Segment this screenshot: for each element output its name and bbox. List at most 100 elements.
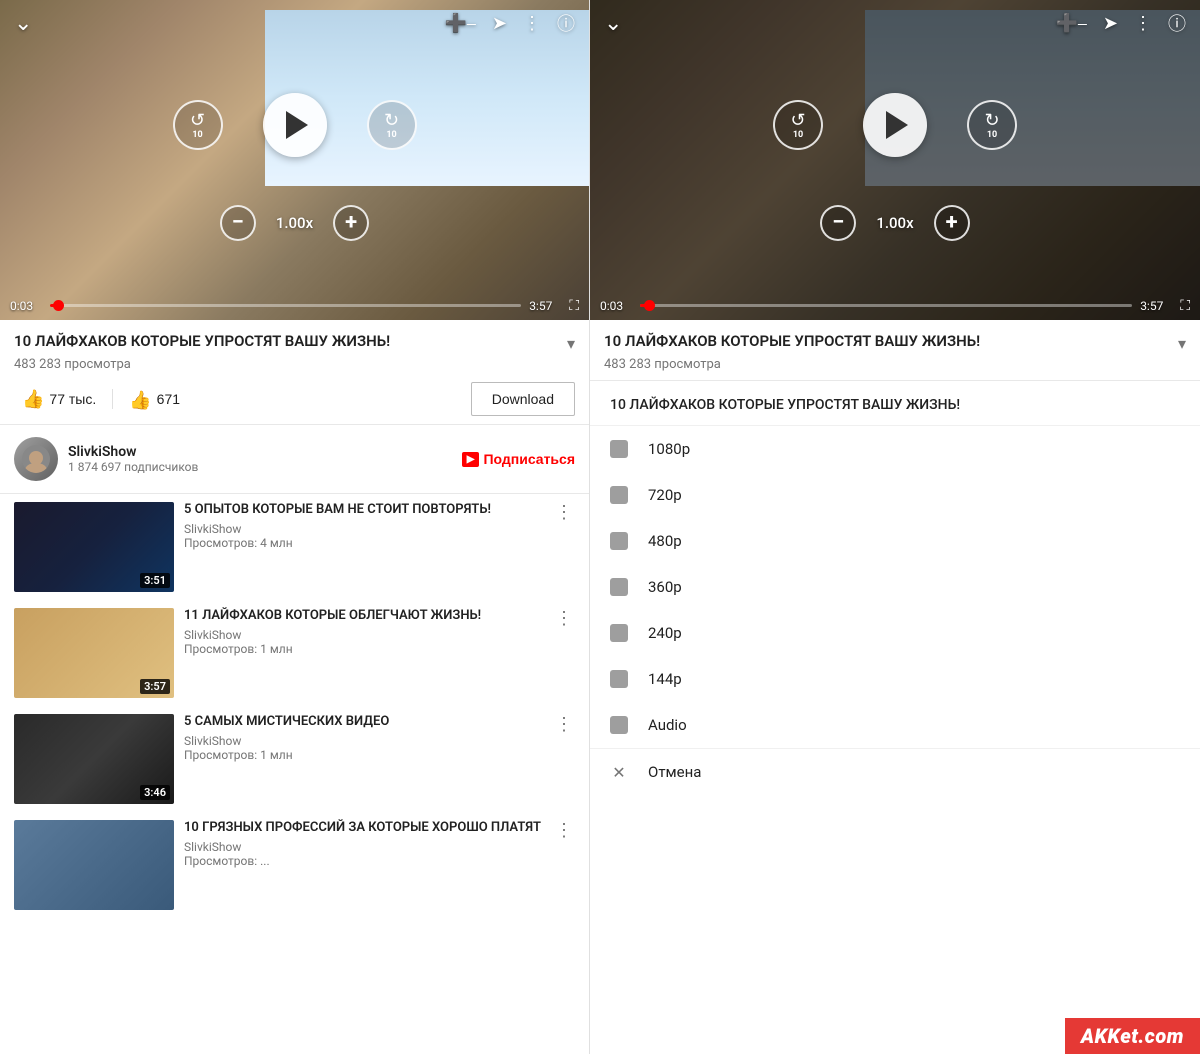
quality-option-audio[interactable]: Audio [590,702,1200,748]
quality-option-144[interactable]: 144p [590,656,1200,702]
speed-display: 1.00x [276,214,313,232]
video-player-left: ⌄ ➕⎯ ➤ ⋮ ⓘ ↺ 10 ↻ 10 [0,0,589,320]
like-count: 77 тыс. [49,391,96,407]
channel-name: SlivkiShow [68,444,462,460]
youtube-logo-icon: ▶ [462,452,480,467]
thumbnail-3 [14,820,174,910]
related-menu-icon[interactable]: ⋮ [553,714,575,735]
quality-option-240[interactable]: 240p [590,610,1200,656]
speed-increase-button-right[interactable]: + [934,205,970,241]
related-details-2: 5 САМЫХ МИСТИЧЕСКИХ ВИДЕО SlivkiShow Про… [184,714,543,762]
quality-label: 144p [648,670,682,688]
quality-option-1080[interactable]: 1080p [590,426,1200,472]
quality-checkbox [610,716,628,734]
related-menu-icon[interactable]: ⋮ [553,608,575,629]
dislike-button[interactable]: 👎 671 [121,385,188,414]
expand-icon-right[interactable]: ▾ [1178,334,1186,353]
quality-checkbox [610,670,628,688]
related-title: 11 ЛАЙФХАКОВ КОТОРЫЕ ОБЛЕГЧАЮТ ЖИЗНЬ! [184,608,543,625]
related-details-0: 5 ОПЫТОВ КОТОРЫЕ ВАМ НЕ СТОИТ ПОВТОРЯТЬ!… [184,502,543,550]
related-menu-icon[interactable]: ⋮ [553,502,575,523]
play-triangle-icon-right [886,111,908,139]
download-menu-header: 10 ЛАЙФХАКОВ КОТОРЫЕ УПРОСТЯТ ВАШУ ЖИЗНЬ… [590,381,1200,426]
speed-controls-right: − 1.00x + [590,205,1200,247]
cancel-label: Отмена [648,763,701,781]
related-views: Просмотров: ... [184,854,543,868]
player-top-right: ➕⎯ ➤ ⋮ ⓘ [444,10,575,36]
video-title-right: 10 ЛАЙФХАКОВ КОТОРЫЕ УПРОСТЯТ ВАШУ ЖИЗНЬ… [604,332,1170,352]
progress-bar[interactable] [50,304,521,307]
rewind-button[interactable]: ↺ 10 [173,100,223,150]
quality-checkbox [610,578,628,596]
chevron-down-icon[interactable]: ⌄ [14,11,32,36]
related-videos-list: 3:51 5 ОПЫТОВ КОТОРЫЕ ВАМ НЕ СТОИТ ПОВТО… [0,494,589,1054]
progress-bar-right[interactable] [640,304,1132,307]
related-title: 5 ОПЫТОВ КОТОРЫЕ ВАМ НЕ СТОИТ ПОВТОРЯТЬ! [184,502,543,519]
channel-info: SlivkiShow 1 874 697 подписчиков ▶ Подпи… [0,425,589,494]
speed-decrease-button[interactable]: − [220,205,256,241]
speed-decrease-button-right[interactable]: − [820,205,856,241]
thumbnail-2: 3:46 [14,714,174,804]
time-total-right: 3:57 [1140,299,1172,313]
video-player-right: ⌄ ➕⎯ ➤ ⋮ ⓘ ↺ 10 ↻ 10 [590,0,1200,320]
video-info-right: 10 ЛАЙФХАКОВ КОТОРЫЕ УПРОСТЯТ ВАШУ ЖИЗНЬ… [590,320,1200,381]
related-item[interactable]: 10 ГРЯЗНЫХ ПРОФЕССИЙ ЗА КОТОРЫЕ ХОРОШО П… [0,812,589,918]
play-button-right[interactable] [863,93,927,157]
share-icon[interactable]: ➤ [492,13,507,34]
player-top-bar-right: ⌄ ➕⎯ ➤ ⋮ ⓘ [590,0,1200,46]
related-item[interactable]: 3:57 11 ЛАЙФХАКОВ КОТОРЫЕ ОБЛЕГЧАЮТ ЖИЗН… [0,600,589,706]
quality-option-720[interactable]: 720p [590,472,1200,518]
subscribe-button[interactable]: ▶ Подписаться [462,451,575,467]
thumbnail-0: 3:51 [14,502,174,592]
info-icon-right[interactable]: ⓘ [1168,10,1186,36]
thumb-duration: 3:51 [140,573,170,588]
thumbs-up-icon: 👍 [22,389,44,410]
download-button[interactable]: Download [471,382,575,416]
related-views: Просмотров: 4 млн [184,536,543,550]
forward-button-right[interactable]: ↻ 10 [967,100,1017,150]
fullscreen-icon[interactable]: ⛶ [569,298,579,314]
quality-option-360[interactable]: 360p [590,564,1200,610]
quality-option-480[interactable]: 480p [590,518,1200,564]
related-item[interactable]: 3:46 5 САМЫХ МИСТИЧЕСКИХ ВИДЕО SlivkiSho… [0,706,589,812]
related-title: 5 САМЫХ МИСТИЧЕСКИХ ВИДЕО [184,714,543,731]
related-item[interactable]: 3:51 5 ОПЫТОВ КОТОРЫЕ ВАМ НЕ СТОИТ ПОВТО… [0,494,589,600]
quality-checkbox [610,440,628,458]
chevron-down-icon-right[interactable]: ⌄ [604,11,622,36]
thumb-bg [14,820,174,910]
expand-icon[interactable]: ▾ [567,334,575,353]
video-title-row: 10 ЛАЙФХАКОВ КОТОРЫЕ УПРОСТЯТ ВАШУ ЖИЗНЬ… [14,332,575,353]
more-options-icon-right[interactable]: ⋮ [1134,13,1152,34]
fullscreen-icon-right[interactable]: ⛶ [1180,298,1190,314]
cancel-option[interactable]: ✕ Отмена [590,748,1200,795]
forward-button[interactable]: ↻ 10 [367,100,417,150]
player-top-bar: ⌄ ➕⎯ ➤ ⋮ ⓘ [0,0,589,46]
related-views: Просмотров: 1 млн [184,748,543,762]
play-triangle-icon [286,111,308,139]
related-details-1: 11 ЛАЙФХАКОВ КОТОРЫЕ ОБЛЕГЧАЮТ ЖИЗНЬ! Sl… [184,608,543,656]
thumb-duration: 3:46 [140,785,170,800]
like-button[interactable]: 👍 77 тыс. [14,385,104,414]
more-options-icon[interactable]: ⋮ [523,13,541,34]
info-icon[interactable]: ⓘ [557,10,575,36]
time-current: 0:03 [10,299,42,313]
thumbs-down-icon: 👎 [129,389,151,410]
akket-brand: AKKet.com [1065,1018,1200,1054]
quality-label: 240p [648,624,682,642]
speed-increase-button[interactable]: + [333,205,369,241]
quality-label: 720p [648,486,682,504]
play-button[interactable] [263,93,327,157]
related-channel: SlivkiShow [184,734,543,748]
player-controls: ⌄ ➕⎯ ➤ ⋮ ⓘ ↺ 10 ↻ 10 [0,0,589,320]
quality-label: Audio [648,716,687,734]
download-menu: 10 ЛАЙФХАКОВ КОТОРЫЕ УПРОСТЯТ ВАШУ ЖИЗНЬ… [590,381,1200,1054]
add-queue-icon-right[interactable]: ➕⎯ [1055,13,1086,34]
add-queue-icon[interactable]: ➕⎯ [444,13,475,34]
player-center-controls: ↺ 10 ↻ 10 [0,93,589,157]
share-icon-right[interactable]: ➤ [1103,13,1118,34]
rewind-button-right[interactable]: ↺ 10 [773,100,823,150]
channel-subscribers: 1 874 697 подписчиков [68,460,462,474]
related-menu-icon[interactable]: ⋮ [553,820,575,841]
progress-fill-right [640,304,650,307]
video-views: 483 283 просмотра [14,357,575,372]
